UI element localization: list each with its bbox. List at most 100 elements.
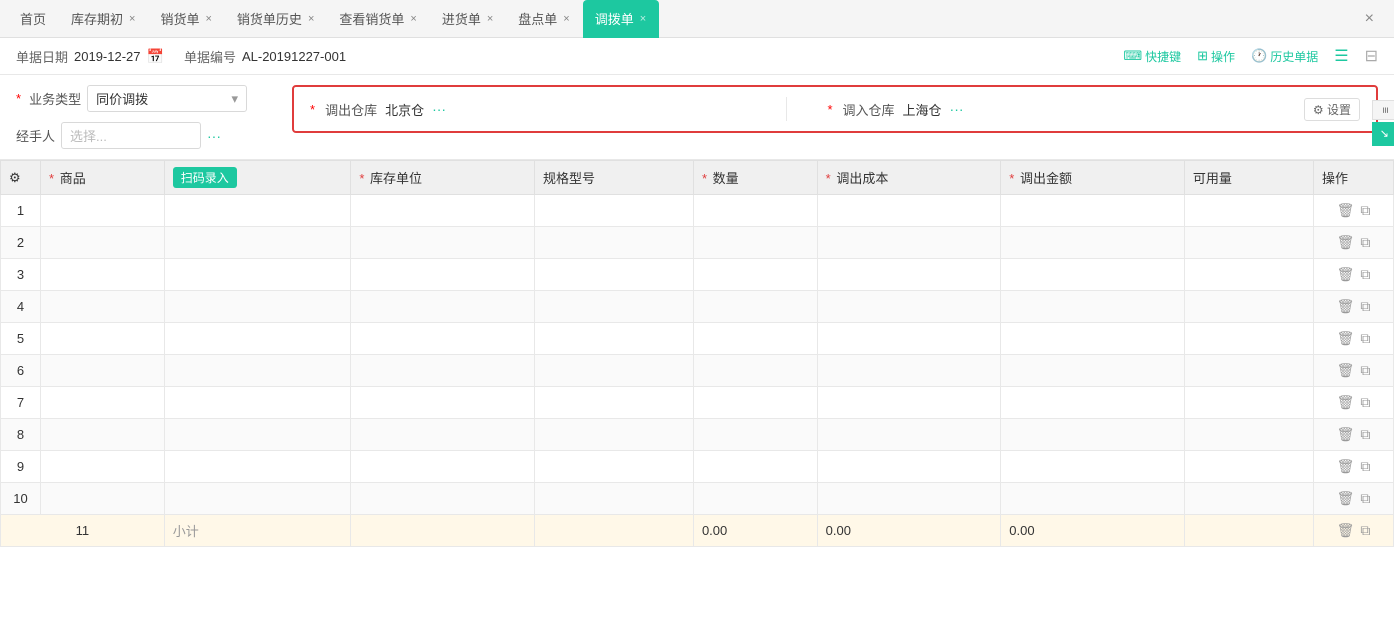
history-button[interactable]: 🕐 历史单据 <box>1251 48 1318 65</box>
row-9-cost[interactable] <box>817 451 1001 483</box>
row-6-spec[interactable] <box>534 355 693 387</box>
row-2-delete-icon[interactable]: 🗑 <box>1337 234 1355 251</box>
row-7-spec[interactable] <box>534 387 693 419</box>
tab-sales-order[interactable]: 销货单 × <box>148 0 224 38</box>
row-4-copy-icon[interactable]: ⧉ <box>1360 298 1370 315</box>
tab-view-sales-close[interactable]: × <box>410 13 416 25</box>
window-close-button[interactable]: × <box>1353 10 1386 28</box>
row-10-spec[interactable] <box>534 483 693 515</box>
row-9-unit[interactable] <box>351 451 535 483</box>
row-4-qty[interactable] <box>693 291 817 323</box>
row-3-product[interactable] <box>41 259 165 291</box>
row-2-cost[interactable] <box>817 227 1001 259</box>
tab-sales-order-close[interactable]: × <box>205 13 211 25</box>
row-4-spec[interactable] <box>534 291 693 323</box>
shortcut-key-button[interactable]: ⌨ 快捷键 <box>1123 48 1181 65</box>
operation-button[interactable]: ⊞ 操作 <box>1197 48 1235 65</box>
row-9-amount[interactable] <box>1001 451 1185 483</box>
row-1-delete-icon[interactable]: 🗑 <box>1337 202 1355 219</box>
tab-transfer[interactable]: 调拨单 × <box>583 0 659 38</box>
tab-sales-history[interactable]: 销货单历史 × <box>225 0 327 38</box>
business-type-select[interactable]: 同价调拨 ▾ <box>87 85 247 112</box>
col-header-gear[interactable]: ⚙ <box>1 161 41 195</box>
date-value[interactable]: 2019-12-27 <box>74 49 141 64</box>
row-1-copy-icon[interactable]: ⧉ <box>1360 202 1370 219</box>
row-3-copy-icon[interactable]: ⧉ <box>1360 266 1370 283</box>
row-5-cost[interactable] <box>817 323 1001 355</box>
row-10-cost[interactable] <box>817 483 1001 515</box>
sidebar-export-button[interactable]: ↗ <box>1372 122 1394 145</box>
row-2-qty[interactable] <box>693 227 817 259</box>
row-1-product[interactable] <box>41 195 165 227</box>
row-8-cost[interactable] <box>817 419 1001 451</box>
row-9-copy-icon[interactable]: ⧉ <box>1360 458 1370 475</box>
handler-more-button[interactable]: ··· <box>207 128 221 144</box>
calendar-icon[interactable]: 📅 <box>147 48 164 65</box>
row-3-unit[interactable] <box>351 259 535 291</box>
layout-icon-1[interactable]: ☰ <box>1334 46 1348 66</box>
row-2-product[interactable] <box>41 227 165 259</box>
tab-stocktake-close[interactable]: × <box>563 13 569 25</box>
row-10-copy-icon[interactable]: ⧉ <box>1360 490 1370 507</box>
row-10-unit[interactable] <box>351 483 535 515</box>
row-5-amount[interactable] <box>1001 323 1185 355</box>
row-5-unit[interactable] <box>351 323 535 355</box>
tab-stocktake[interactable]: 盘点单 × <box>506 0 582 38</box>
row-8-product[interactable] <box>41 419 165 451</box>
row-9-qty[interactable] <box>693 451 817 483</box>
row-9-spec[interactable] <box>534 451 693 483</box>
row-6-delete-icon[interactable]: 🗑 <box>1337 362 1355 379</box>
layout-icon-2[interactable]: ⊟ <box>1365 46 1378 66</box>
row-7-amount[interactable] <box>1001 387 1185 419</box>
row-6-cost[interactable] <box>817 355 1001 387</box>
row-1-amount[interactable] <box>1001 195 1185 227</box>
warehouse-in-value[interactable]: 上海仓 <box>903 100 942 119</box>
row-7-qty[interactable] <box>693 387 817 419</box>
row-5-delete-icon[interactable]: 🗑 <box>1337 330 1355 347</box>
row-3-spec[interactable] <box>534 259 693 291</box>
row-5-copy-icon[interactable]: ⧉ <box>1360 330 1370 347</box>
row-5-spec[interactable] <box>534 323 693 355</box>
row-3-qty[interactable] <box>693 259 817 291</box>
row-4-amount[interactable] <box>1001 291 1185 323</box>
row-8-delete-icon[interactable]: 🗑 <box>1337 426 1355 443</box>
row-6-qty[interactable] <box>693 355 817 387</box>
row-10-delete-icon[interactable]: 🗑 <box>1337 490 1355 507</box>
row-10-product[interactable] <box>41 483 165 515</box>
row-2-spec[interactable] <box>534 227 693 259</box>
row-7-cost[interactable] <box>817 387 1001 419</box>
row-5-product[interactable] <box>41 323 165 355</box>
row-6-amount[interactable] <box>1001 355 1185 387</box>
row-2-unit[interactable] <box>351 227 535 259</box>
col-header-scan[interactable]: 扫码录入 <box>164 161 351 195</box>
sidebar-list-button[interactable]: ≡ <box>1372 100 1394 120</box>
tab-view-sales[interactable]: 查看销货单 × <box>327 0 429 38</box>
row-5-qty[interactable] <box>693 323 817 355</box>
row-7-delete-icon[interactable]: 🗑 <box>1337 394 1355 411</box>
row-9-product[interactable] <box>41 451 165 483</box>
row-7-copy-icon[interactable]: ⧉ <box>1360 394 1370 411</box>
tab-purchase-order-close[interactable]: × <box>487 13 493 25</box>
row-4-cost[interactable] <box>817 291 1001 323</box>
row-10-qty[interactable] <box>693 483 817 515</box>
row-6-unit[interactable] <box>351 355 535 387</box>
row-2-amount[interactable] <box>1001 227 1185 259</box>
tab-inventory-init[interactable]: 库存期初 × <box>59 0 148 38</box>
row-8-amount[interactable] <box>1001 419 1185 451</box>
row-4-unit[interactable] <box>351 291 535 323</box>
row-1-qty[interactable] <box>693 195 817 227</box>
warehouse-in-more-button[interactable]: ··· <box>950 101 964 117</box>
tab-purchase-order[interactable]: 进货单 × <box>430 0 506 38</box>
subtotal-copy-icon[interactable]: ⧉ <box>1360 522 1370 539</box>
row-1-cost[interactable] <box>817 195 1001 227</box>
tab-sales-history-close[interactable]: × <box>308 13 314 25</box>
data-table-wrap[interactable]: ⚙ * 商品 扫码录入 * 库存单位 规格型号 <box>0 160 1394 634</box>
row-8-copy-icon[interactable]: ⧉ <box>1360 426 1370 443</box>
row-6-product[interactable] <box>41 355 165 387</box>
row-3-amount[interactable] <box>1001 259 1185 291</box>
scan-entry-button[interactable]: 扫码录入 <box>173 167 237 188</box>
row-6-copy-icon[interactable]: ⧉ <box>1360 362 1370 379</box>
row-3-delete-icon[interactable]: 🗑 <box>1337 266 1355 283</box>
row-7-product[interactable] <box>41 387 165 419</box>
row-10-amount[interactable] <box>1001 483 1185 515</box>
